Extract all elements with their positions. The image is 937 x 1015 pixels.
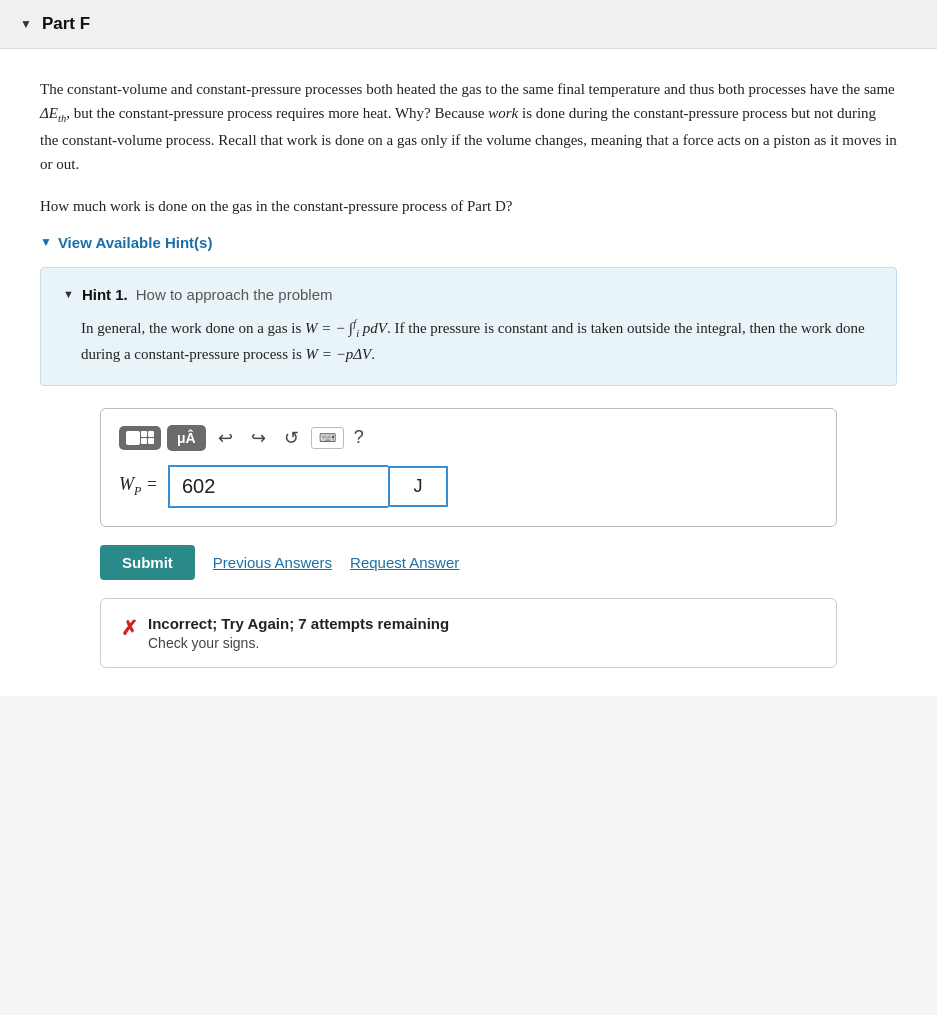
symbols-button[interactable]: μÂ (167, 425, 206, 451)
undo-button[interactable]: ↩ (212, 423, 239, 453)
keyboard-icon: ⌨ (319, 431, 336, 445)
template-button[interactable] (119, 426, 161, 450)
feedback-main-text: Incorrect; Try Again; 7 attempts remaini… (148, 615, 449, 632)
hint-arrow[interactable]: ▼ (63, 288, 74, 300)
hint-content: In general, the work done on a gas is W … (81, 315, 874, 367)
input-container: μÂ ↩ ↪ ↺ ⌨ ? WP = J (100, 408, 837, 527)
content-area: The constant-volume and constant-pressur… (0, 49, 937, 696)
block-icon (126, 431, 154, 445)
hints-toggle-arrow: ▼ (40, 235, 52, 249)
feedback-text-container: Incorrect; Try Again; 7 attempts remaini… (148, 615, 449, 651)
answer-input[interactable] (168, 465, 388, 508)
submit-row: Submit Previous Answers Request Answer (40, 545, 897, 580)
keyboard-button[interactable]: ⌨ (311, 427, 344, 449)
hint-subtitle: How to approach the problem (136, 286, 333, 303)
hints-toggle[interactable]: ▼ View Available Hint(s) (40, 234, 897, 251)
hint-title-row: ▼ Hint 1. How to approach the problem (63, 286, 874, 303)
hints-toggle-label: View Available Hint(s) (58, 234, 213, 251)
reset-button[interactable]: ↺ (278, 423, 305, 453)
redo-button[interactable]: ↪ (245, 423, 272, 453)
part-collapse-arrow[interactable]: ▼ (20, 17, 32, 32)
part-title: Part F (42, 14, 90, 34)
small-block-1 (141, 431, 147, 437)
hint-title: Hint 1. (82, 286, 128, 303)
small-block-2 (148, 431, 154, 437)
answer-row: WP = J (119, 465, 818, 508)
page-container: ▼ Part F The constant-volume and constan… (0, 0, 937, 696)
incorrect-icon: ✗ (121, 616, 138, 640)
feedback-sub-text: Check your signs. (148, 635, 449, 651)
part-header: ▼ Part F (0, 0, 937, 49)
help-button[interactable]: ? (350, 425, 368, 450)
description-paragraph1: The constant-volume and constant-pressur… (40, 77, 897, 176)
hint-box: ▼ Hint 1. How to approach the problem In… (40, 267, 897, 386)
feedback-box: ✗ Incorrect; Try Again; 7 attempts remai… (100, 598, 837, 668)
big-block (126, 431, 140, 445)
small-block-4 (148, 438, 154, 444)
request-answer-button[interactable]: Request Answer (350, 554, 459, 571)
math-toolbar: μÂ ↩ ↪ ↺ ⌨ ? (119, 423, 818, 453)
submit-button[interactable]: Submit (100, 545, 195, 580)
feedback-row: ✗ Incorrect; Try Again; 7 attempts remai… (121, 615, 816, 651)
previous-answers-button[interactable]: Previous Answers (213, 554, 332, 571)
answer-label: WP = (119, 474, 158, 499)
question-text: How much work is done on the gas in the … (40, 194, 897, 218)
small-block-3 (141, 438, 147, 444)
small-blocks (141, 431, 154, 444)
unit-box: J (388, 466, 448, 507)
